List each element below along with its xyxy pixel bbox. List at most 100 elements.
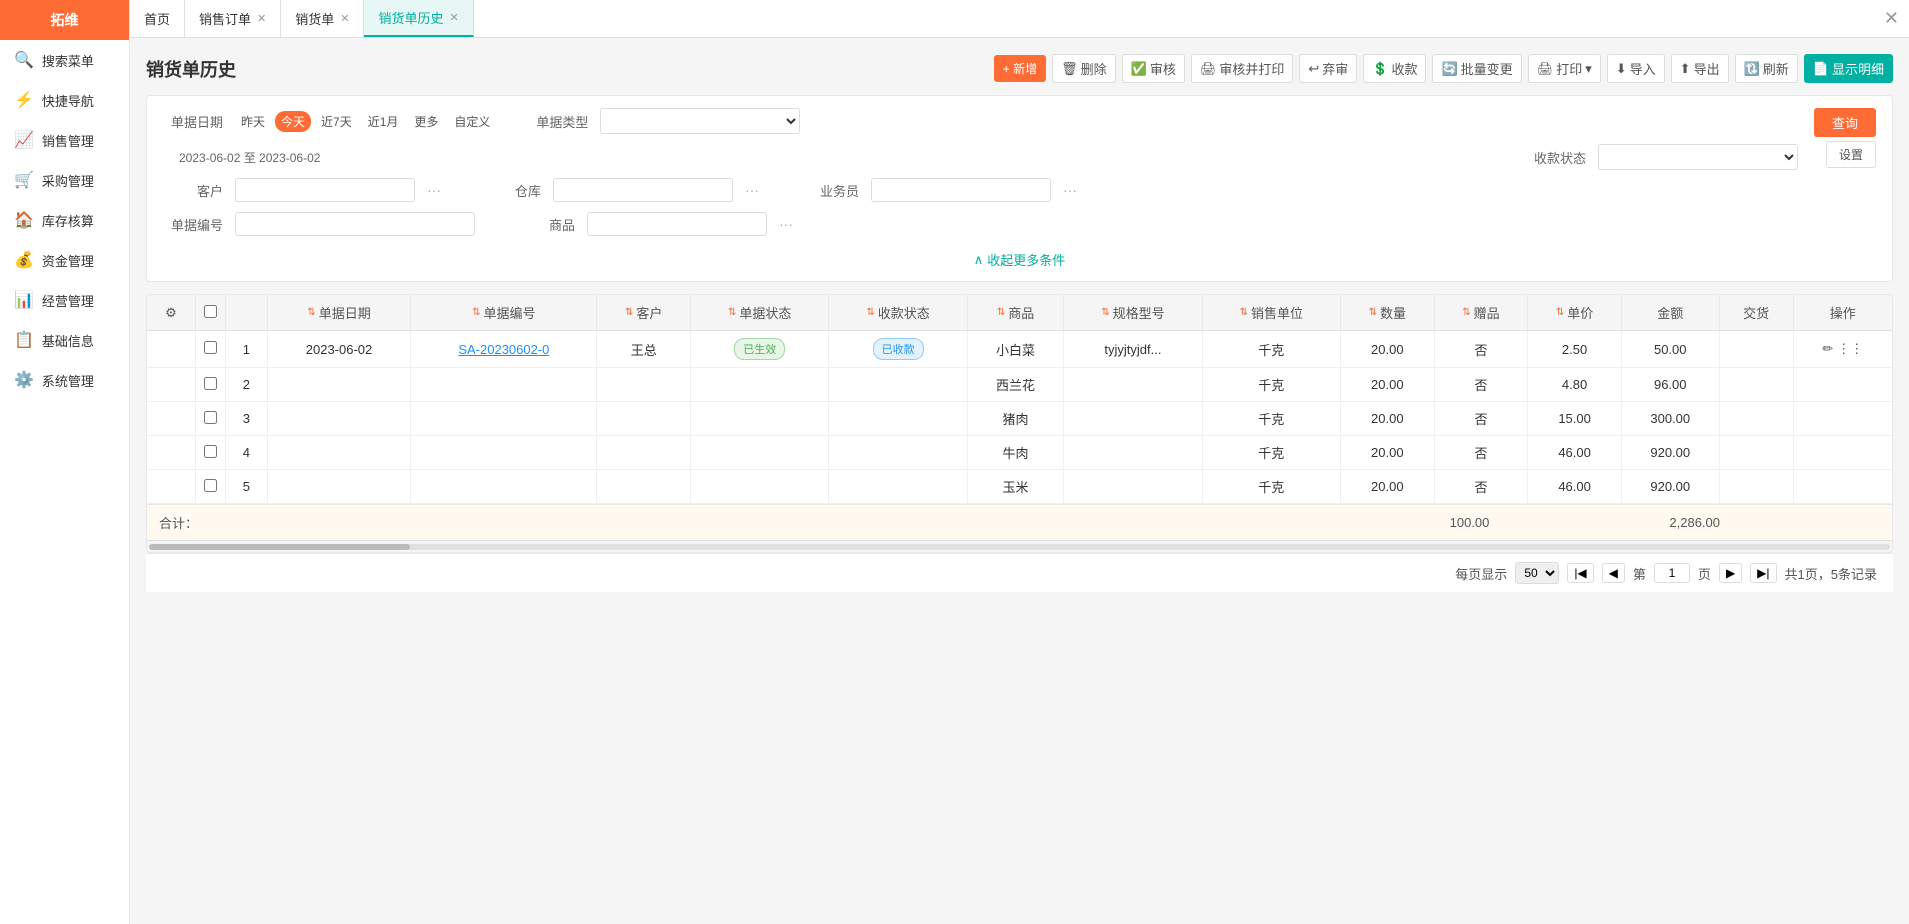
sidebar-item-system[interactable]: ⚙️ 系统管理 (0, 360, 129, 400)
sidebar-item-quick-nav[interactable]: ⚡ 快捷导航 (0, 80, 129, 120)
th-qty[interactable]: ⇅数量 (1340, 295, 1434, 331)
doc-no-label: 单据编号 (163, 215, 223, 234)
goods-dots[interactable]: ··· (779, 216, 793, 232)
th-gear[interactable]: ⚙ (147, 295, 195, 331)
select-all-checkbox[interactable] (204, 305, 217, 318)
more-icon[interactable]: ⋮⋮ (1837, 341, 1863, 356)
warehouse-input[interactable] (553, 178, 733, 202)
customer-dots[interactable]: ··· (427, 182, 441, 198)
batch-change-button[interactable]: 🔄 批量变更 (1432, 54, 1521, 83)
horizontal-scrollbar[interactable] (147, 540, 1892, 552)
th-customer[interactable]: ⇅客户 (597, 295, 691, 331)
page-title: 销货单历史 (146, 56, 994, 82)
query-button[interactable]: 查询 (1814, 108, 1876, 137)
review-button[interactable]: ✅ 审核 (1122, 54, 1185, 83)
print-button[interactable]: 🖨 打印 ▾ (1528, 54, 1601, 83)
goods-input[interactable] (587, 212, 767, 236)
sales-icon: 📈 (14, 130, 34, 150)
salesperson-dots[interactable]: ··· (1063, 182, 1077, 198)
doc-no-link[interactable]: SA-20230602-0 (458, 342, 549, 357)
scroll-thumb[interactable] (149, 544, 410, 550)
date-btn-today[interactable]: 今天 (275, 111, 311, 132)
prev-page-button[interactable]: ◀ (1602, 563, 1625, 583)
page-input[interactable] (1654, 563, 1690, 583)
row-no: 1 (225, 331, 267, 368)
date-btn-yesterday[interactable]: 昨天 (235, 111, 271, 132)
row-sales-unit: 千克 (1202, 368, 1340, 402)
row-checkbox[interactable] (195, 331, 225, 368)
row-checkbox[interactable] (204, 377, 217, 390)
collect-button[interactable]: 💲 收款 (1363, 54, 1426, 83)
next-page-button[interactable]: ▶ (1719, 563, 1742, 583)
toolbar: + 新增 🗑 删除 ✅ 审核 🖨 审核并打印 ↩ 弃审 (994, 54, 1893, 83)
doc-no-input[interactable] (235, 212, 475, 236)
tab-sales-history[interactable]: 销货单历史 ✕ (364, 0, 473, 37)
refresh-button[interactable]: 🔃 刷新 (1735, 54, 1798, 83)
row-checkbox[interactable] (195, 368, 225, 402)
import-button[interactable]: ⬇ 导入 (1607, 54, 1665, 83)
date-btn-custom[interactable]: 自定义 (448, 111, 496, 132)
th-checkbox[interactable] (195, 295, 225, 331)
show-detail-button[interactable]: 📄 显示明细 (1804, 54, 1893, 83)
set-button[interactable]: 设置 (1826, 141, 1876, 168)
row-trade (1719, 331, 1793, 368)
tab-sales-order[interactable]: 销售订单 ✕ (185, 0, 281, 37)
th-sales-unit[interactable]: ⇅销售单位 (1202, 295, 1340, 331)
close-icon[interactable]: ✕ (340, 12, 349, 25)
sidebar-item-inventory[interactable]: 🏠 库存核算 (0, 200, 129, 240)
date-btn-1month[interactable]: 近1月 (362, 111, 405, 132)
row-no: 4 (225, 436, 267, 470)
doc-type-select[interactable] (600, 108, 800, 134)
add-button[interactable]: + 新增 (994, 55, 1046, 82)
row-doc-status (691, 470, 829, 504)
close-icon[interactable]: ✕ (450, 11, 459, 24)
th-goods[interactable]: ⇅商品 (967, 295, 1063, 331)
warehouse-dots[interactable]: ··· (745, 182, 759, 198)
th-doc-status[interactable]: ⇅单据状态 (691, 295, 829, 331)
row-customer (597, 436, 691, 470)
date-btn-more[interactable]: 更多 (408, 111, 444, 132)
first-page-button[interactable]: |◀ (1567, 563, 1593, 583)
row-checkbox[interactable] (204, 411, 217, 424)
export-button[interactable]: ⬆ 导出 (1671, 54, 1729, 83)
close-icon[interactable]: ✕ (257, 12, 266, 25)
date-btn-7days[interactable]: 近7天 (315, 111, 358, 132)
th-spec-type[interactable]: ⇅规格型号 (1064, 295, 1202, 331)
close-all-tabs-button[interactable]: ✕ (1874, 8, 1909, 29)
sidebar-item-ops[interactable]: 📊 经营管理 (0, 280, 129, 320)
sidebar-item-basic[interactable]: 📋 基础信息 (0, 320, 129, 360)
tab-sales-goods[interactable]: 销货单 ✕ (281, 0, 364, 37)
row-checkbox[interactable] (195, 470, 225, 504)
customer-input[interactable] (235, 178, 415, 202)
row-checkbox[interactable] (195, 436, 225, 470)
sidebar-item-sales[interactable]: 📈 销售管理 (0, 120, 129, 160)
abandon-button[interactable]: ↩ 弃审 (1299, 54, 1357, 83)
row-action[interactable]: ✏ ⋮⋮ (1793, 331, 1892, 368)
row-doc-status: 已生效 (691, 331, 829, 368)
row-customer (597, 402, 691, 436)
th-unit-price[interactable]: ⇅单价 (1528, 295, 1622, 331)
th-gift[interactable]: ⇅赠品 (1434, 295, 1528, 331)
row-checkbox[interactable] (204, 479, 217, 492)
row-checkbox[interactable] (204, 341, 217, 354)
row-checkbox[interactable] (204, 445, 217, 458)
edit-icon[interactable]: ✏ (1822, 341, 1833, 356)
th-collect-status[interactable]: ⇅收款状态 (829, 295, 967, 331)
row-checkbox[interactable] (195, 402, 225, 436)
review-print-button[interactable]: 🖨 审核并打印 (1191, 54, 1294, 83)
sidebar-item-purchase[interactable]: 🛒 采购管理 (0, 160, 129, 200)
last-page-button[interactable]: ▶| (1750, 563, 1776, 583)
page-size-select[interactable]: 50 (1515, 562, 1559, 584)
th-doc-date[interactable]: ⇅单据日期 (267, 295, 411, 331)
th-doc-no[interactable]: ⇅单据编号 (411, 295, 597, 331)
delete-button[interactable]: 🗑 删除 (1052, 54, 1116, 83)
row-doc-no (411, 436, 597, 470)
sidebar-item-capital[interactable]: 💰 资金管理 (0, 240, 129, 280)
collect-status-select[interactable] (1598, 144, 1798, 170)
table-row: 4牛肉千克20.00否46.00920.00 (147, 436, 1892, 470)
collapse-button[interactable]: ∧ 收起更多条件 (974, 250, 1066, 269)
tab-home[interactable]: 首页 (130, 0, 185, 37)
salesperson-input[interactable] (871, 178, 1051, 202)
batch-change-icon: 🔄 (1441, 61, 1457, 77)
sidebar-item-search[interactable]: 🔍 搜索菜单 (0, 40, 129, 80)
